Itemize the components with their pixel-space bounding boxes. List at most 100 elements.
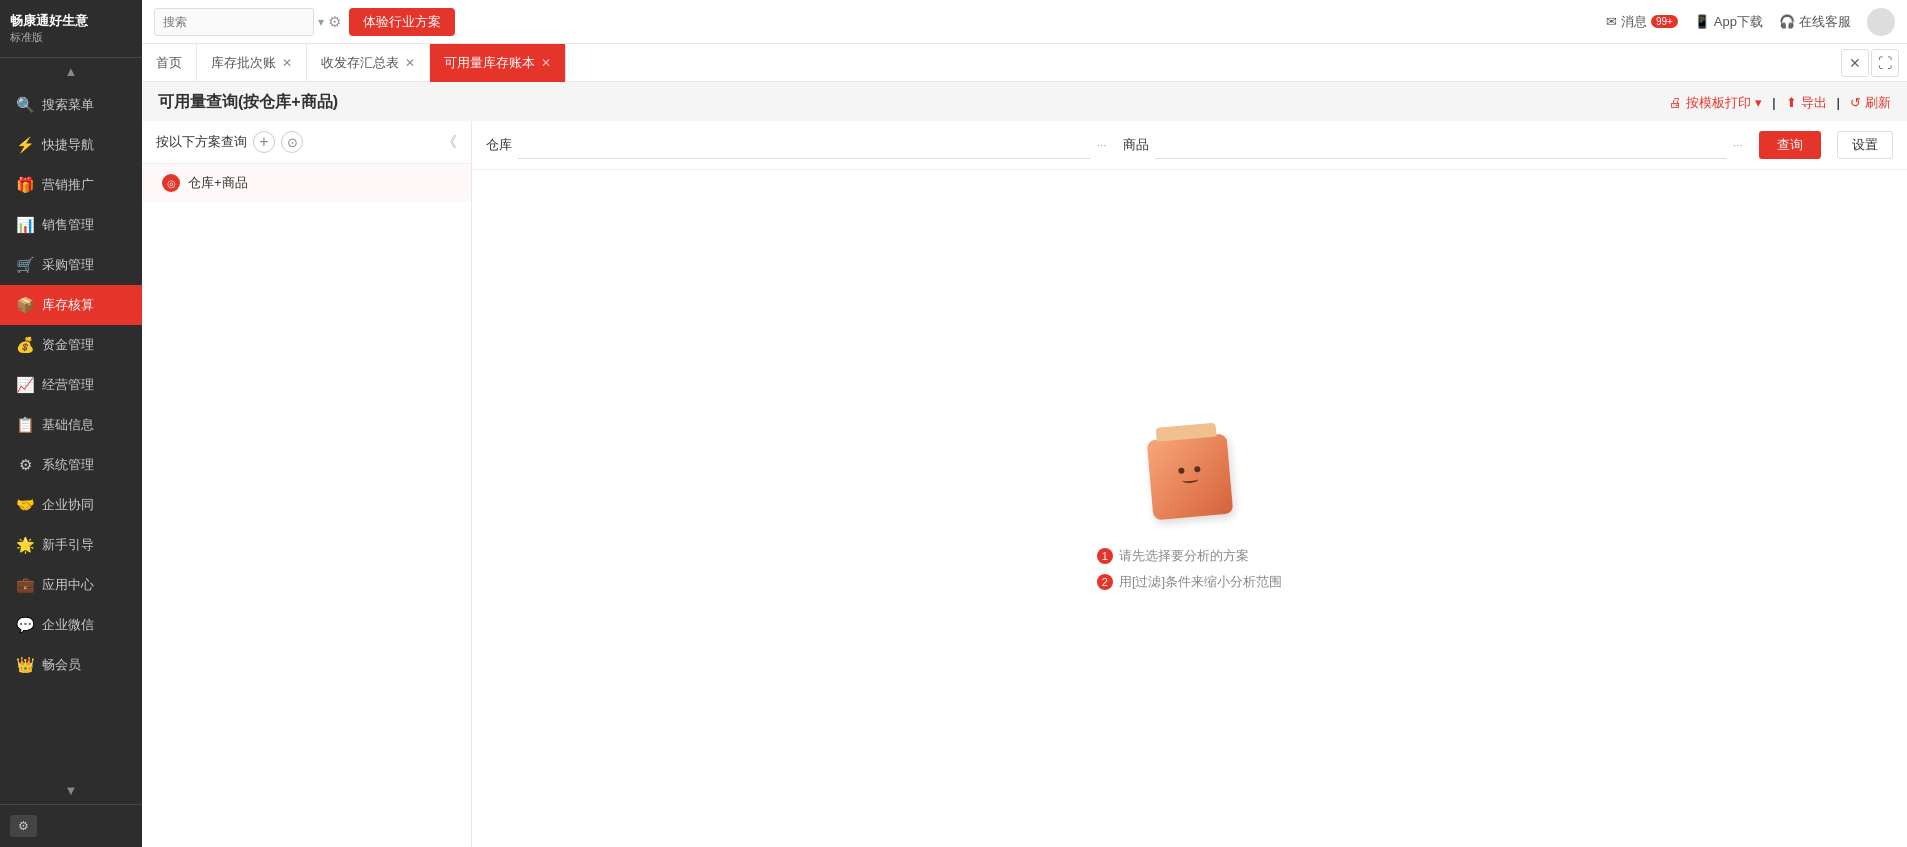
finance-icon: 💰 [16,336,34,354]
sidebar-item-search[interactable]: 🔍 搜索菜单 [0,85,142,125]
message-btn[interactable]: ✉ 消息 99+ [1606,13,1678,31]
trial-industry-button[interactable]: 体验行业方案 [349,8,455,36]
goods-label: 商品 [1123,136,1149,154]
page-title: 可用量查询(按仓库+商品) [158,92,338,113]
sidebar-item-app-center[interactable]: 💼 应用中心 [0,565,142,605]
goods-input[interactable] [1155,131,1727,159]
tab-close-all-btn[interactable]: ✕ [1841,49,1869,77]
app-icon: 📱 [1694,14,1710,29]
sidebar-nav: 🔍 搜索菜单 ⚡ 快捷导航 🎁 营销推广 📊 销售管理 🛒 采购管理 📦 库存核… [0,85,142,777]
refresh-icon: ↺ [1850,95,1861,110]
system-icon: ⚙ [16,456,34,474]
sidebar: 畅康通好生意 标准版 ▲ 🔍 搜索菜单 ⚡ 快捷导航 🎁 营销推广 📊 销售管理… [0,0,142,847]
message-icon: ✉ [1606,14,1617,29]
sidebar-item-label: 采购管理 [42,256,94,274]
sidebar-item-system[interactable]: ⚙ 系统管理 [0,445,142,485]
query-bar: 仓库 ··· 商品 ··· 查询 设置 [472,121,1907,170]
hint-item-1: 1 请先选择要分析的方案 [1097,547,1282,565]
tab-stock-summary-label: 收发存汇总表 [321,54,399,72]
empty-illustration [1130,427,1250,527]
refresh-btn[interactable]: ↺ 刷新 [1850,94,1891,112]
sidebar-footer-btn[interactable]: ⚙ [10,815,37,837]
tab-home[interactable]: 首页 [142,44,197,82]
warehouse-more-icon[interactable]: ··· [1096,138,1106,152]
quicknav-icon: ⚡ [16,136,34,154]
main-area: ▾ ⚙ 体验行业方案 ✉ 消息 99+ 📱 App下载 🎧 在线客服 首页 [142,0,1907,847]
sidebar-item-label: 资金管理 [42,336,94,354]
sales-icon: 📊 [16,216,34,234]
sidebar-item-label: 新手引导 [42,536,94,554]
message-badge: 99+ [1651,15,1678,28]
purchase-icon: 🛒 [16,256,34,274]
sidebar-footer[interactable]: ⚙ [0,804,142,847]
sidebar-item-cooperation[interactable]: 🤝 企业协同 [0,485,142,525]
hint-item-2: 2 用[过滤]条件来缩小分析范围 [1097,573,1282,591]
sidebar-item-finance[interactable]: 💰 资金管理 [0,325,142,365]
scheme-icon: ◎ [162,174,180,192]
scheme-label: 仓库+商品 [188,174,248,192]
query-button[interactable]: 查询 [1759,131,1821,159]
empty-hint: 1 请先选择要分析的方案 2 用[过滤]条件来缩小分析范围 [1097,547,1282,591]
sidebar-item-label: 基础信息 [42,416,94,434]
print-btn[interactable]: 🖨 按模板打印 ▾ [1669,94,1762,112]
sidebar-item-quicknav[interactable]: ⚡ 快捷导航 [0,125,142,165]
sidebar-scroll-down[interactable]: ▼ [0,777,142,804]
warehouse-field: 仓库 ··· [486,131,1107,159]
warehouse-input[interactable] [518,131,1090,159]
hint-num-1: 1 [1097,548,1113,564]
tab-inventory-batch-label: 库存批次账 [211,54,276,72]
member-icon: 👑 [16,656,34,674]
empty-state: 1 请先选择要分析的方案 2 用[过滤]条件来缩小分析范围 [472,170,1907,847]
inventory-icon: 📦 [16,296,34,314]
tab-stock-summary-close[interactable]: ✕ [405,56,415,70]
separator1: | [1772,95,1775,110]
topbar-gear-icon[interactable]: ⚙ [328,13,341,31]
filter-collapse-button[interactable]: 《 [442,133,457,152]
filter-add-button[interactable]: + [253,131,275,153]
sidebar-item-marketing[interactable]: 🎁 营销推广 [0,165,142,205]
sidebar-item-sales[interactable]: 📊 销售管理 [0,205,142,245]
app-label: App下载 [1714,13,1763,31]
print-label: 按模板打印 [1686,94,1751,112]
customer-service-btn[interactable]: 🎧 在线客服 [1779,13,1851,31]
export-btn[interactable]: ⬆ 导出 [1786,94,1827,112]
filter-settings-button[interactable]: ⊙ [281,131,303,153]
tab-inventory-batch-close[interactable]: ✕ [282,56,292,70]
sidebar-item-operations[interactable]: 📈 经营管理 [0,365,142,405]
empty-box-eyes [1178,466,1200,474]
tab-inventory-batch[interactable]: 库存批次账 ✕ [197,44,307,82]
sidebar-item-enterprise-wechat[interactable]: 💬 企业微信 [0,605,142,645]
empty-box [1146,433,1233,520]
goods-field: 商品 ··· [1123,131,1744,159]
print-icon: 🖨 [1669,95,1682,110]
sidebar-item-label: 库存核算 [42,296,94,314]
goods-more-icon[interactable]: ··· [1733,138,1743,152]
filter-header-label: 按以下方案查询 [156,133,247,151]
empty-box-mouth [1182,476,1198,483]
tab-available-ledger[interactable]: 可用量库存账本 ✕ [430,44,566,82]
left-filter-panel: 按以下方案查询 + ⊙ 《 ◎ 仓库+商品 [142,121,472,847]
filter-scheme-item[interactable]: ◎ 仓库+商品 [142,164,471,202]
content-area: 按以下方案查询 + ⊙ 《 ◎ 仓库+商品 仓库 ··· 商品 [142,121,1907,847]
tab-expand-btn[interactable]: ⛶ [1871,49,1899,77]
tab-available-ledger-close[interactable]: ✕ [541,56,551,70]
sidebar-item-member[interactable]: 👑 畅会员 [0,645,142,685]
sidebar-item-inventory[interactable]: 📦 库存核算 [0,285,142,325]
sidebar-item-label: 系统管理 [42,456,94,474]
tabs-end-btns: ✕ ⛶ [1841,49,1907,77]
settings-button[interactable]: 设置 [1837,131,1893,159]
user-avatar[interactable] [1867,8,1895,36]
sidebar-item-newbie[interactable]: 🌟 新手引导 [0,525,142,565]
topbar-search-input[interactable] [154,8,314,36]
tab-stock-summary[interactable]: 收发存汇总表 ✕ [307,44,430,82]
search-chevron-icon[interactable]: ▾ [318,15,324,29]
tab-home-label: 首页 [156,54,182,72]
sidebar-item-label: 企业微信 [42,616,94,634]
sidebar-scroll-up[interactable]: ▲ [0,58,142,85]
sidebar-item-basic-info[interactable]: 📋 基础信息 [0,405,142,445]
left-eye [1178,467,1185,474]
sidebar-item-purchase[interactable]: 🛒 采购管理 [0,245,142,285]
sidebar-item-label: 销售管理 [42,216,94,234]
app-download-btn[interactable]: 📱 App下载 [1694,13,1763,31]
tab-available-ledger-label: 可用量库存账本 [444,54,535,72]
